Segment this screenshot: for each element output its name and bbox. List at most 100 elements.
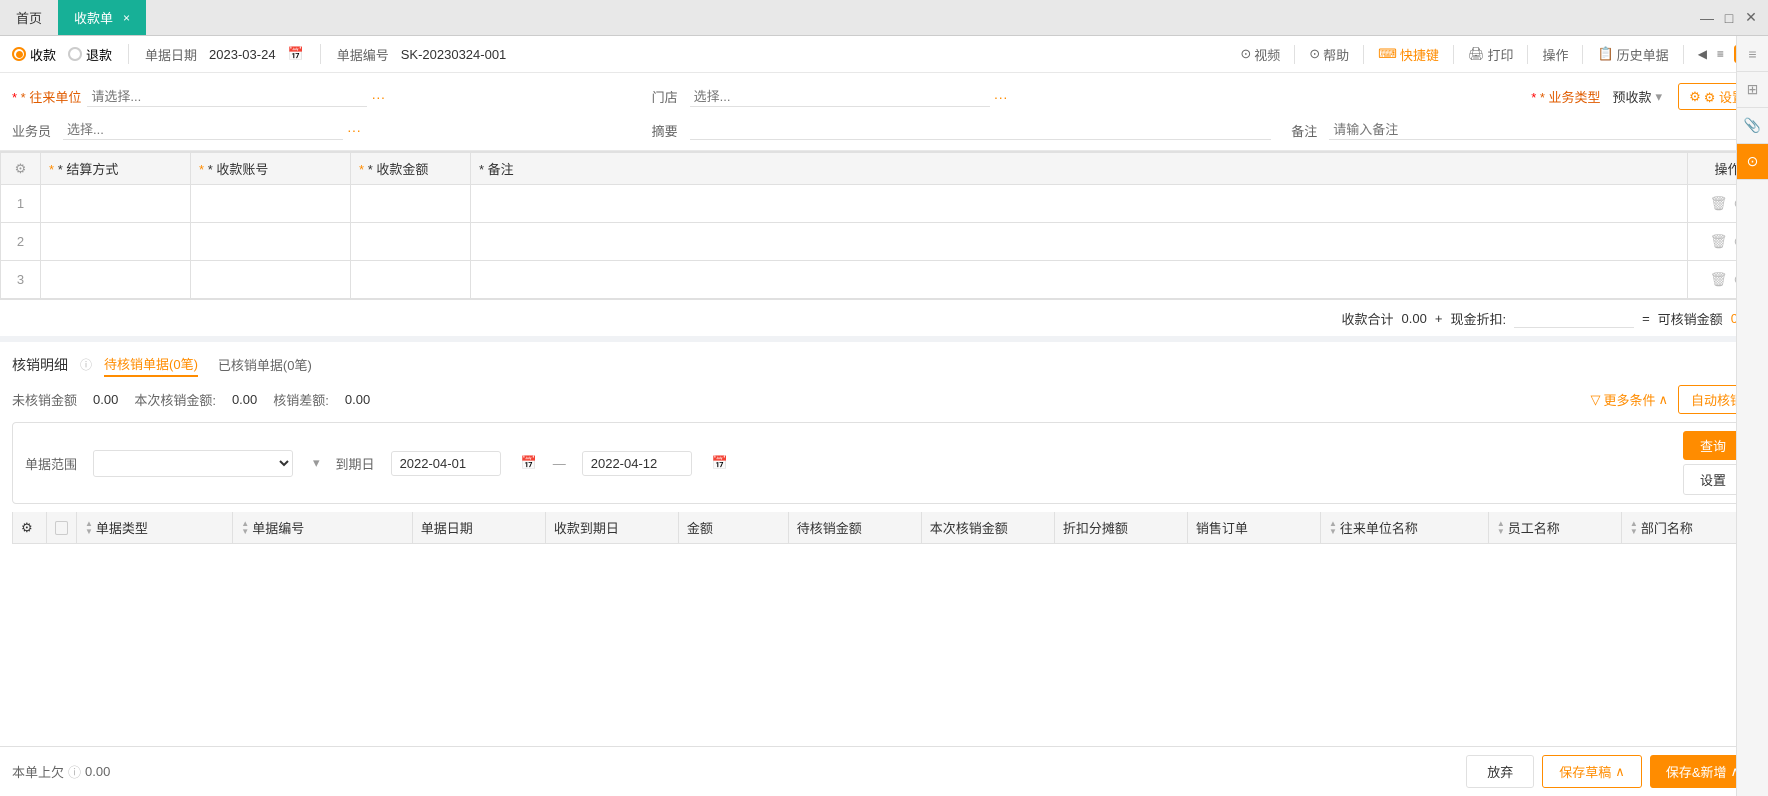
date-value: 2023-03-24 xyxy=(209,47,276,62)
table-row: 2 🗑 ⊕ xyxy=(1,223,1768,261)
sort-arrows-type[interactable]: ▲▼ xyxy=(85,520,93,536)
staff-input[interactable] xyxy=(63,120,343,140)
row-1-settle[interactable] xyxy=(41,185,191,223)
sort-arrows-number[interactable]: ▲▼ xyxy=(241,520,249,536)
range-select[interactable] xyxy=(93,450,293,477)
query-button[interactable]: 查询 xyxy=(1683,431,1743,460)
shortcut-label: 快捷键 xyxy=(1400,45,1439,64)
form-row-2: 业务员 ··· 摘要 备注 xyxy=(12,120,1756,140)
shop-label: 门店 xyxy=(652,87,678,106)
close-button[interactable]: ✕ xyxy=(1742,9,1760,27)
biz-type-dropdown-icon[interactable]: ▾ xyxy=(1656,89,1663,105)
calendar-icon[interactable]: 📅 xyxy=(288,46,304,62)
row-1-delete-icon[interactable]: 🗑 xyxy=(1710,195,1728,212)
bth-gear-icon[interactable]: ⚙ xyxy=(21,520,33,536)
row-3-settle[interactable] xyxy=(41,261,191,299)
save-draft-button[interactable]: 保存草稿 ∧ xyxy=(1542,755,1642,788)
sort-arrows-dept[interactable]: ▲▼ xyxy=(1630,520,1638,536)
sort-arrows-partner[interactable]: ▲▼ xyxy=(1329,520,1337,536)
sidebar-icon-2[interactable]: ⊞ xyxy=(1737,72,1768,108)
bth-hx-amount: 本次核销金额 xyxy=(922,512,1055,543)
equals-sign: = xyxy=(1642,311,1650,326)
bth-number-label: 单据编号 xyxy=(252,518,304,537)
unchecked-value: 0.00 xyxy=(93,392,118,407)
biz-type-field: * 业务类型 预收款 ▾ ⚙ ⚙ 设置 xyxy=(1271,83,1756,110)
tab-close-icon[interactable]: × xyxy=(123,11,130,25)
col-settle-header: * * 结算方式 xyxy=(41,153,191,185)
select-all-checkbox[interactable] xyxy=(55,521,68,535)
bth-number: ▲▼ 单据编号 xyxy=(233,512,412,543)
diff-label: 核销差额: xyxy=(273,390,329,409)
diff-value: 0.00 xyxy=(345,392,370,407)
row-1-note[interactable] xyxy=(471,185,1688,223)
cal-from-icon[interactable]: 📅 xyxy=(521,455,537,471)
sidebar-icon-4[interactable]: ⊙ xyxy=(1737,144,1768,180)
form-area: * 往来单位 ··· 门店 ··· * 业务类型 预收款 ▾ ⚙ xyxy=(0,73,1768,151)
operate-btn[interactable]: 操作 xyxy=(1542,45,1568,64)
footer-current-value: 0.00 xyxy=(85,764,110,779)
sidebar-icon-3[interactable]: 📎 xyxy=(1737,108,1768,144)
sort-arrows-staff[interactable]: ▲▼ xyxy=(1497,520,1505,536)
row-2-delete-icon[interactable]: 🗑 xyxy=(1710,233,1728,250)
abandon-button[interactable]: 放弃 xyxy=(1466,755,1534,788)
partner-input[interactable] xyxy=(87,87,367,107)
bth-dept-label: 部门名称 xyxy=(1641,518,1693,537)
shop-input[interactable] xyxy=(690,87,990,107)
unchecked-label: 未核销金额 xyxy=(12,390,77,409)
list-view-btn[interactable]: ≡ xyxy=(1717,47,1724,61)
shortcut-btn[interactable]: ⌨ 快捷键 xyxy=(1378,45,1439,64)
tab-shoukuan[interactable]: 收款单 × xyxy=(58,0,146,35)
footer-info-icon[interactable]: ⓘ xyxy=(68,762,81,781)
filter-settings-button[interactable]: 设置 xyxy=(1683,464,1743,495)
range-dropdown-icon[interactable]: ▾ xyxy=(313,455,320,471)
help-btn[interactable]: ⊙ 帮助 xyxy=(1309,45,1349,64)
col-gear: ⚙ xyxy=(1,153,41,185)
bth-type: ▲▼ 单据类型 xyxy=(77,512,233,543)
prev-btn[interactable]: ◀ xyxy=(1698,47,1707,61)
bth-partner: ▲▼ 往来单位名称 xyxy=(1321,512,1489,543)
row-2-note[interactable] xyxy=(471,223,1688,261)
more-conditions-btn[interactable]: ▽ 更多条件 ∧ xyxy=(1590,390,1668,409)
plus-sign: + xyxy=(1435,311,1443,326)
tab-home[interactable]: 首页 xyxy=(0,0,58,35)
row-2-settle[interactable] xyxy=(41,223,191,261)
partner-dots-btn[interactable]: ··· xyxy=(371,89,385,105)
radio-shoukuan[interactable]: 收款 xyxy=(12,45,56,64)
staff-dots-btn[interactable]: ··· xyxy=(347,122,361,138)
sidebar-icon-1[interactable]: ≡ xyxy=(1737,36,1768,72)
minimize-button[interactable]: — xyxy=(1698,9,1716,27)
footer-current-label: 本单上欠 xyxy=(12,762,64,781)
row-1-account[interactable] xyxy=(191,185,351,223)
row-2-amount[interactable] xyxy=(351,223,471,261)
row-3-account[interactable] xyxy=(191,261,351,299)
row-2-account[interactable] xyxy=(191,223,351,261)
shop-dots-btn[interactable]: ··· xyxy=(994,89,1008,105)
date-to-input[interactable] xyxy=(582,451,692,476)
bth-partner-label: 往来单位名称 xyxy=(1340,518,1418,537)
radio-tuikuan[interactable]: 退款 xyxy=(68,45,112,64)
number-label: 单据编号 xyxy=(337,45,389,64)
row-3-note[interactable] xyxy=(471,261,1688,299)
hx-tab-done[interactable]: 已核销单据(0笔) xyxy=(218,353,312,376)
toolbar-row: 收款 退款 单据日期 2023-03-24 📅 单据编号 SK-20230324… xyxy=(0,36,1768,73)
table-gear-icon[interactable]: ⚙ xyxy=(15,161,27,176)
row-3-delete-icon[interactable]: 🗑 xyxy=(1710,271,1728,288)
remark-input[interactable] xyxy=(1329,120,1756,140)
row-1-amount[interactable] xyxy=(351,185,471,223)
save-new-label: 保存&新增 xyxy=(1666,762,1727,781)
video-icon: ⊙ xyxy=(1240,46,1251,62)
row-3-amount[interactable] xyxy=(351,261,471,299)
summary-input[interactable] xyxy=(690,120,1272,140)
hx-tab-pending[interactable]: 待核销单据(0笔) xyxy=(104,352,198,377)
bth-amount: 金额 xyxy=(679,512,789,543)
receipt-table: ⚙ * * 结算方式 * * 收款账号 * * 收款金额 xyxy=(0,152,1768,299)
cal-to-icon[interactable]: 📅 xyxy=(712,455,728,471)
maximize-button[interactable]: □ xyxy=(1720,9,1738,27)
discount-input[interactable] xyxy=(1514,308,1634,328)
hx-info-icon[interactable]: ⓘ xyxy=(80,356,92,373)
print-btn[interactable]: 🖨 打印 xyxy=(1468,45,1514,64)
history-btn[interactable]: 📋 历史单据 xyxy=(1597,45,1668,64)
video-btn[interactable]: ⊙ 视频 xyxy=(1240,45,1280,64)
table-row: 3 🗑 ⊕ xyxy=(1,261,1768,299)
date-from-input[interactable] xyxy=(391,451,501,476)
